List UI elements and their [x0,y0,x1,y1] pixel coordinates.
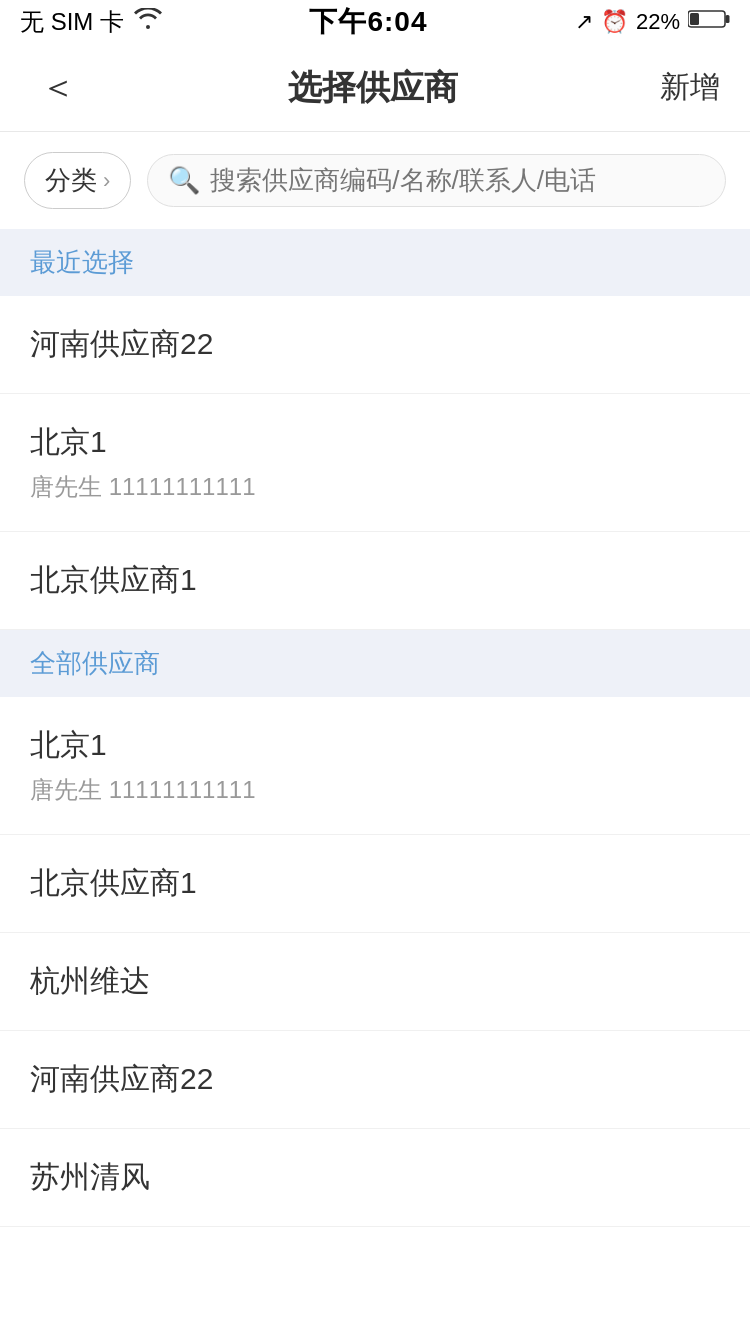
search-input[interactable] [210,165,705,196]
item-name: 苏州清风 [30,1157,720,1198]
list-item[interactable]: 北京供应商1 [0,532,750,630]
chevron-right-icon: › [103,168,110,194]
recent-items-list: 河南供应商22 北京1 唐先生 11111111111 北京供应商1 [0,296,750,630]
list-item[interactable]: 北京1 唐先生 11111111111 [0,697,750,835]
battery-icon [688,9,730,35]
recent-section-label: 最近选择 [30,247,134,277]
battery-label: 22% [636,9,680,35]
list-item[interactable]: 北京供应商1 [0,835,750,933]
item-name: 北京1 [30,725,720,766]
page-title: 选择供应商 [288,65,458,111]
list-item[interactable]: 苏州清风 [0,1129,750,1227]
all-items-list: 北京1 唐先生 11111111111 北京供应商1 杭州维达河南供应商22 苏州清风 [0,697,750,1227]
all-section-label: 全部供应商 [30,648,160,678]
svg-rect-2 [690,13,699,25]
list-item[interactable]: 杭州维达 [0,933,750,1031]
list-item[interactable]: 北京1 唐先生 11111111111 [0,394,750,532]
item-name: 河南供应商22 [30,1059,720,1100]
status-right: ↗ ⏰ 22% [575,9,730,35]
svg-rect-1 [725,15,729,23]
wifi-icon [134,8,162,36]
item-name: 河南供应商22 [30,324,720,365]
item-name: 北京供应商1 [30,863,720,904]
category-label: 分类 [45,163,97,198]
search-icon: 🔍 [168,165,200,196]
item-sub: 唐先生 11111111111 [30,774,720,806]
filter-bar: 分类 › 🔍 [0,132,750,229]
item-name: 杭州维达 [30,961,720,1002]
list-item[interactable]: 河南供应商22 [0,296,750,394]
alarm-icon: ⏰ [601,9,628,35]
all-section-header: 全部供应商 [0,630,750,697]
status-left: 无 SIM 卡 [20,6,162,38]
recent-section-header: 最近选择 [0,229,750,296]
back-button[interactable]: ＜ [30,53,86,122]
search-box[interactable]: 🔍 [147,154,726,207]
category-filter[interactable]: 分类 › [24,152,131,209]
nav-bar: ＜ 选择供应商 新增 [0,44,750,132]
item-sub: 唐先生 11111111111 [30,471,720,503]
status-time: 下午6:04 [309,3,427,41]
direction-icon: ↗ [575,9,593,35]
add-button[interactable]: 新增 [660,67,720,108]
item-name: 北京1 [30,422,720,463]
no-sim-label: 无 SIM 卡 [20,6,124,38]
item-name: 北京供应商1 [30,560,720,601]
status-bar: 无 SIM 卡 下午6:04 ↗ ⏰ 22% [0,0,750,44]
list-item[interactable]: 河南供应商22 [0,1031,750,1129]
